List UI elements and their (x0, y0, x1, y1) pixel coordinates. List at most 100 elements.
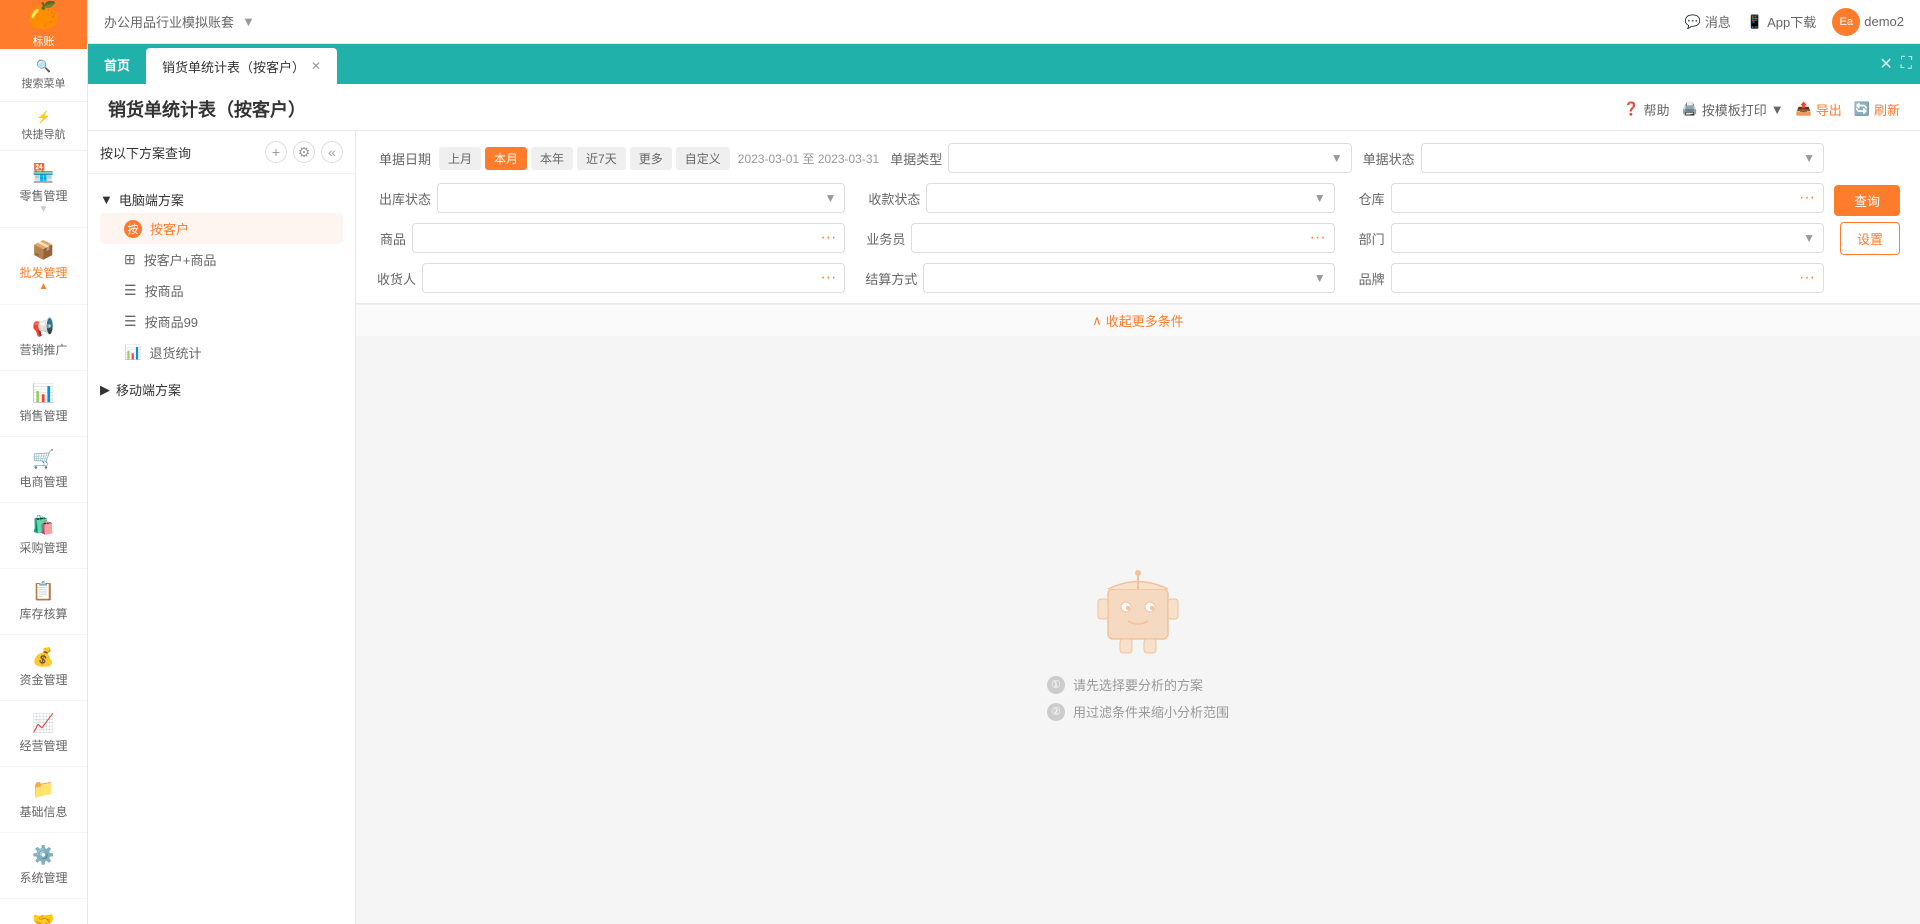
date-label: 单据日期 (376, 149, 431, 168)
quick-nav[interactable]: ⚡ 快捷导航 (0, 102, 88, 151)
brand-filter: 品牌 ··· (1355, 263, 1824, 293)
inventory-icon: 📋 (32, 581, 54, 602)
tab-close-btn[interactable]: ✕ (311, 59, 321, 73)
sidebar-item-finance[interactable]: 💰 资金管理 (0, 635, 88, 701)
date-btn-this-year[interactable]: 本年 (531, 147, 573, 170)
settlement-arrow: ▼ (1314, 271, 1326, 285)
out-status-input[interactable]: ▼ (437, 183, 845, 213)
filter-row-3: 商品 ··· 业务员 ··· (376, 223, 1824, 253)
goods-label: 商品 (376, 229, 406, 248)
date-btn-last-month[interactable]: 上月 (439, 147, 481, 170)
sidebar-item-enterprise[interactable]: 🤝 企业协同 (0, 899, 88, 924)
collapse-panel-btn[interactable]: « (321, 141, 343, 163)
scheme-return-stats[interactable]: 📊 退货统计 (100, 337, 343, 368)
doc-type-input[interactable]: ▼ (948, 143, 1351, 173)
message-btn[interactable]: 💬 消息 (1685, 12, 1731, 31)
mobile-group-header[interactable]: ▶ 移动端方案 (100, 376, 343, 403)
scheme-by-customer[interactable]: 按 按客户 (100, 213, 343, 244)
dropdown-arrow[interactable]: ▼ (242, 14, 255, 29)
tab-home[interactable]: 首页 (88, 44, 146, 84)
out-status-filter: 出库状态 ▼ (376, 183, 845, 213)
warehouse-input[interactable]: ··· (1391, 183, 1824, 213)
sidebar-item-ecommerce[interactable]: 🛒 电商管理 (0, 437, 88, 503)
sidebar-item-operations[interactable]: 📈 经营管理 (0, 701, 88, 767)
salesman-input[interactable]: ··· (911, 223, 1334, 253)
help-btn[interactable]: ❓ 帮助 (1623, 100, 1669, 119)
search-menu[interactable]: 🔍 搜索菜单 (0, 49, 88, 102)
receipt-status-input[interactable]: ▼ (926, 183, 1334, 213)
receiver-filter: 收货人 ··· (376, 263, 845, 293)
sidebar-item-retail[interactable]: 🏪 零售管理 ▼ (0, 151, 88, 228)
export-btn[interactable]: 📤 导出 (1796, 100, 1842, 119)
page-title: 销货单统计表（按客户） (108, 96, 306, 122)
settings-button[interactable]: 设置 (1840, 222, 1900, 255)
date-btn-this-month[interactable]: 本月 (485, 147, 527, 170)
sales-icon: 📊 (32, 383, 54, 404)
settlement-filter: 结算方式 ▼ (865, 263, 1334, 293)
scheme-by-goods99[interactable]: ☰ 按商品99 (100, 306, 343, 337)
print-btn[interactable]: 🖨️ 按模板打印 ▼ (1682, 100, 1784, 119)
doc-status-input[interactable]: ▼ (1421, 143, 1824, 173)
collapse-bar[interactable]: ∧ 收起更多条件 (356, 304, 1920, 336)
sidebar-item-basic[interactable]: 📁 基础信息 (0, 767, 88, 833)
salesman-dots: ··· (1310, 229, 1326, 247)
settings-scheme-btn[interactable]: ⚙ (293, 141, 315, 163)
filters-main: 单据日期 上月 本月 本年 近7天 更多 自定义 2023-03-01 至 20… (376, 143, 1824, 297)
query-button[interactable]: 查询 (1834, 185, 1900, 216)
print-dropdown-arrow[interactable]: ▼ (1771, 102, 1784, 117)
tab-bar: 首页 销货单统计表（按客户） ✕ ✕ ⛶ (88, 44, 1920, 84)
receiver-label: 收货人 (376, 269, 416, 288)
ecommerce-icon: 🛒 (32, 449, 54, 470)
tab-sales-stat[interactable]: 销货单统计表（按客户） ✕ (146, 48, 337, 84)
group-expand-icon: ▼ (100, 192, 113, 207)
goods-input[interactable]: ··· (412, 223, 845, 253)
header-right: 💬 消息 📱 App下载 Ea demo2 (1685, 8, 1904, 36)
scheme-customer-goods-icon: ⊞ (124, 251, 136, 268)
sidebar-item-marketing[interactable]: 📢 营销推广 (0, 305, 88, 371)
avatar: Ea (1832, 8, 1860, 36)
maximize-btn[interactable]: ⛶ (1901, 55, 1912, 73)
buttons-column: 查询 设置 (1834, 143, 1900, 297)
scheme-goods-icon: ☰ (124, 282, 137, 299)
download-btn[interactable]: 📱 App下载 (1747, 12, 1816, 31)
enterprise-icon: 🤝 (32, 911, 54, 924)
mobile-group-arrow: ▶ (100, 382, 110, 398)
left-panel-actions: + ⚙ « (265, 141, 343, 163)
doc-status-filter: 单据状态 ▼ (1360, 143, 1824, 173)
warehouse-dots: ··· (1799, 189, 1815, 207)
filters-section: 单据日期 上月 本月 本年 近7天 更多 自定义 2023-03-01 至 20… (356, 131, 1920, 304)
add-scheme-btn[interactable]: + (265, 141, 287, 163)
sidebar-item-system[interactable]: ⚙️ 系统管理 (0, 833, 88, 899)
desktop-group-header[interactable]: ▼ 电脑端方案 (100, 186, 343, 213)
sidebar-item-inventory[interactable]: 📋 库存核算 (0, 569, 88, 635)
close-window-btn[interactable]: ✕ (1879, 54, 1892, 74)
empty-illustration (1078, 539, 1198, 659)
brand-dots: ··· (1799, 269, 1815, 287)
scheme-by-customer-goods[interactable]: ⊞ 按客户+商品 (100, 244, 343, 275)
user-profile[interactable]: Ea demo2 (1832, 8, 1904, 36)
scheme-by-goods[interactable]: ☰ 按商品 (100, 275, 343, 306)
filter-row-2: 出库状态 ▼ 收款状态 ▼ (376, 183, 1824, 213)
sidebar: 🍊 标账 🔍 搜索菜单 ⚡ 快捷导航 🏪 零售管理 ▼ 📦 批发管理 ▲ 📢 营… (0, 0, 88, 924)
refresh-btn[interactable]: 🔄 刷新 (1854, 100, 1900, 119)
date-btn-more[interactable]: 更多 (630, 147, 672, 170)
date-btn-custom[interactable]: 自定义 (676, 147, 730, 170)
sidebar-item-wholesale[interactable]: 📦 批发管理 ▲ (0, 228, 88, 305)
empty-tips: ① 请先选择要分析的方案 ② 用过滤条件来缩小分析范围 (1047, 675, 1229, 721)
logo-text: 标账 (33, 33, 55, 49)
warehouse-filter: 仓库 ··· (1355, 183, 1824, 213)
settlement-input[interactable]: ▼ (923, 263, 1334, 293)
brand-input[interactable]: ··· (1391, 263, 1824, 293)
sidebar-item-purchase[interactable]: 🛍️ 采购管理 (0, 503, 88, 569)
header-left: 办公用品行业模拟账套 ▼ (104, 12, 255, 31)
date-btn-7days[interactable]: 近7天 (577, 147, 626, 170)
logo[interactable]: 🍊 标账 (0, 0, 88, 49)
salesman-filter: 业务员 ··· (865, 223, 1334, 253)
sidebar-item-sales[interactable]: 📊 销售管理 (0, 371, 88, 437)
scheme-return-icon: 📊 (124, 344, 141, 361)
operations-icon: 📈 (32, 713, 54, 734)
receipt-status-label: 收款状态 (865, 189, 920, 208)
department-input[interactable]: ▼ (1391, 223, 1824, 253)
collapse-up-icon: ∧ (1092, 313, 1102, 329)
receiver-input[interactable]: ··· (422, 263, 845, 293)
